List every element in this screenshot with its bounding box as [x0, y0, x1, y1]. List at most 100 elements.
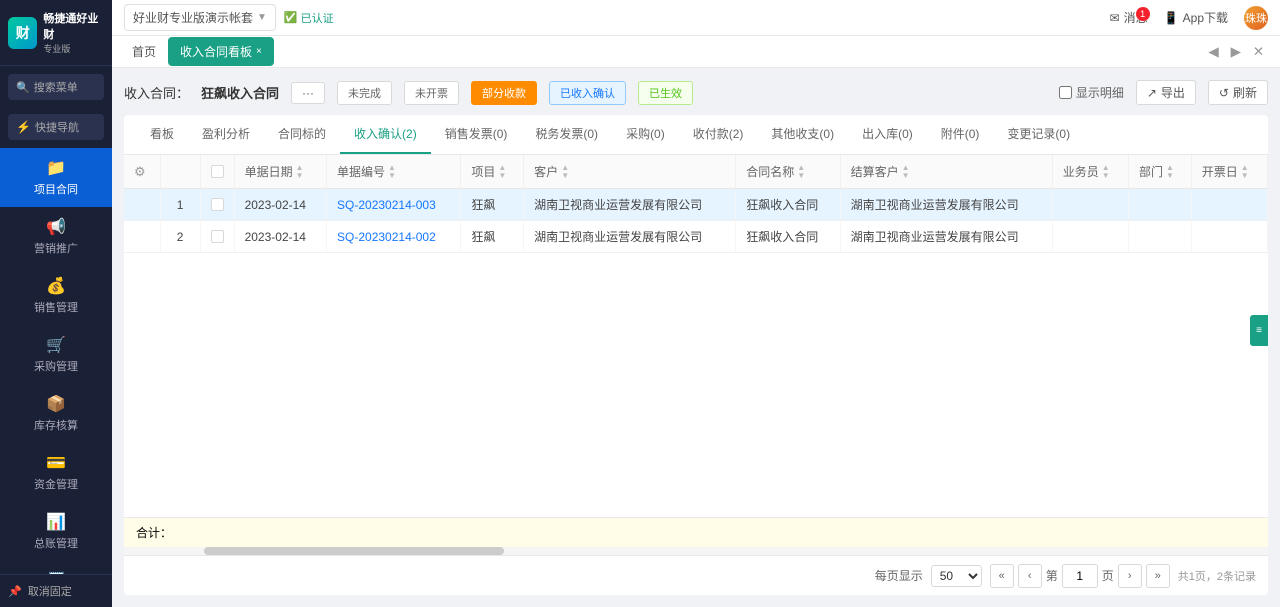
page-number-input[interactable] [1062, 564, 1098, 588]
subtab-warehouse[interactable]: 出入库(0) [848, 115, 927, 154]
tab-prev-button[interactable]: ◀ [1204, 42, 1222, 62]
row-check [200, 221, 234, 253]
sidebar-item-purchase[interactable]: 🛒采购管理 [0, 325, 112, 384]
sidebar-item-project[interactable]: 📁项目合同 [0, 148, 112, 207]
active-tab[interactable]: 收入合同看板 × [168, 37, 274, 66]
topbar-right-actions: ✉ 消息 1 📱 App下载 珠珠 [1110, 6, 1268, 30]
subtab-purchase[interactable]: 采购(0) [612, 115, 679, 154]
settings-icon[interactable]: ⚙ [134, 164, 146, 179]
row-open-date [1191, 189, 1267, 221]
inner-panel: 看板盈利分析合同标的收入确认(2)销售发票(0)税务发票(0)采购(0)收付款(… [124, 115, 1268, 595]
subtab-sales_invoice[interactable]: 销售发票(0) [431, 115, 522, 154]
select-all-checkbox[interactable] [211, 165, 224, 178]
subtab-profit[interactable]: 盈利分析 [188, 115, 264, 154]
status-not-invoiced[interactable]: 未开票 [404, 81, 459, 105]
user-avatar-area[interactable]: 珠珠 [1244, 6, 1268, 30]
sidebar-item-invoice[interactable]: 🧾发票管理 [0, 561, 112, 574]
row-project: 狂飙 [461, 221, 524, 253]
scrollbar-thumb[interactable] [204, 547, 504, 555]
more-actions-button[interactable]: ··· [291, 82, 325, 104]
doc-no-link[interactable]: SQ-20230214-003 [337, 198, 436, 212]
contract-name-sort-icon[interactable]: ▲▼ [797, 164, 805, 180]
doc-no-sort-icon[interactable]: ▲▼ [388, 164, 396, 180]
contract-title: 狂飙收入合同 [201, 83, 279, 102]
next-page-button[interactable]: › [1118, 564, 1142, 588]
tab-navigation: ◀ ▶ ✕ [1204, 42, 1268, 62]
refresh-button[interactable]: ↺ 刷新 [1208, 80, 1268, 105]
subtab-change_log[interactable]: 变更记录(0) [993, 115, 1084, 154]
col-check [200, 155, 234, 189]
pin-icon: 📌 [8, 585, 22, 598]
download-icon: 📱 [1164, 11, 1179, 25]
row-date: 2023-02-14 [234, 189, 326, 221]
page-size-select[interactable]: 50 100 [931, 565, 982, 587]
last-page-button[interactable]: » [1146, 564, 1170, 588]
export-button[interactable]: ↗ 导出 [1136, 80, 1196, 105]
right-action-tab[interactable]: ≡ [1250, 315, 1268, 346]
col-settle-customer: 结算客户 ▲▼ [840, 155, 1052, 189]
subtab-board[interactable]: 看板 [136, 115, 188, 154]
settle-sort-icon[interactable]: ▲▼ [902, 164, 910, 180]
subtab-payment[interactable]: 收付款(2) [679, 115, 758, 154]
data-table: ⚙ 单据日期 ▲▼ [124, 155, 1268, 253]
col-num [160, 155, 200, 189]
messages-button[interactable]: ✉ 消息 1 [1110, 9, 1148, 26]
sidebar-label-general: 总账管理 [34, 535, 78, 551]
contract-label: 收入合同： [124, 83, 189, 102]
show-detail-checkbox[interactable] [1059, 86, 1072, 99]
status-not-complete[interactable]: 未完成 [337, 81, 392, 105]
row-checkbox[interactable] [211, 198, 224, 211]
tab-close-button[interactable]: ✕ [1249, 42, 1268, 62]
col-department: 部门 ▲▼ [1128, 155, 1191, 189]
row-open-date [1191, 221, 1267, 253]
subtab-income_confirm[interactable]: 收入确认(2) [340, 115, 431, 154]
tab-close-icon[interactable]: × [256, 46, 262, 57]
tab-next-button[interactable]: ▶ [1227, 42, 1245, 62]
page-label: 第 [1046, 567, 1058, 584]
date-sort-icon[interactable]: ▲▼ [296, 164, 304, 180]
main-content: 好业财专业版演示帐套 ▼ ✅ 已认证 ✉ 消息 1 📱 App下载 珠珠 [112, 0, 1280, 607]
sidebar-item-sales[interactable]: 💰销售管理 [0, 266, 112, 325]
first-page-button[interactable]: « [990, 564, 1014, 588]
app-download-button[interactable]: 📱 App下载 [1164, 9, 1228, 26]
subtab-standard[interactable]: 合同标的 [264, 115, 340, 154]
sidebar-item-marketing[interactable]: 📢营销推广 [0, 207, 112, 266]
customer-sort-icon[interactable]: ▲▼ [561, 164, 569, 180]
col-customer: 客户 ▲▼ [524, 155, 736, 189]
refresh-icon: ↺ [1219, 86, 1229, 100]
row-check [200, 189, 234, 221]
subtab-other_income[interactable]: 其他收支(0) [757, 115, 848, 154]
table-container: ⚙ 单据日期 ▲▼ [124, 155, 1268, 517]
status-partial-received[interactable]: 部分收款 [471, 81, 537, 105]
subtab-attachment[interactable]: 附件(0) [927, 115, 994, 154]
logo-text: 畅捷通好业财 专业版 [43, 10, 104, 55]
table-row[interactable]: 1 2023-02-14 SQ-20230214-003 狂飙 湖南卫视商业运营… [124, 189, 1268, 221]
row-checkbox[interactable] [211, 230, 224, 243]
row-customer: 湖南卫视商业运营发展有限公司 [524, 221, 736, 253]
sidebar: 财 畅捷通好业财 专业版 🔍 搜索菜单 ⚡ 快捷导航 📁项目合同📢营销推广💰销售… [0, 0, 112, 607]
dept-sort-icon[interactable]: ▲▼ [1166, 164, 1174, 180]
sidebar-pin-button[interactable]: 📌 取消固定 [0, 574, 112, 607]
table-row[interactable]: 2 2023-02-14 SQ-20230214-002 狂飙 湖南卫视商业运营… [124, 221, 1268, 253]
sidebar-item-capital[interactable]: 💳资金管理 [0, 443, 112, 502]
quick-nav-button[interactable]: ⚡ 快捷导航 [8, 114, 104, 140]
sidebar-item-inventory[interactable]: 📦库存核算 [0, 384, 112, 443]
prev-page-button[interactable]: ‹ [1018, 564, 1042, 588]
status-effective[interactable]: 已生效 [638, 81, 693, 105]
page-label2: 页 [1102, 567, 1114, 584]
sidebar-item-general[interactable]: 📊总账管理 [0, 502, 112, 561]
app-logo: 财 畅捷通好业财 专业版 [0, 0, 112, 66]
open-date-sort-icon[interactable]: ▲▼ [1241, 164, 1249, 180]
status-income-confirmed[interactable]: 已收入确认 [549, 81, 626, 105]
col-contract-name: 合同名称 ▲▼ [736, 155, 840, 189]
col-date: 单据日期 ▲▼ [234, 155, 326, 189]
search-menu-button[interactable]: 🔍 搜索菜单 [8, 74, 104, 100]
sales-sort-icon[interactable]: ▲▼ [1102, 164, 1110, 180]
home-tab[interactable]: 首页 [124, 37, 164, 66]
subtab-tax_invoice[interactable]: 税务发票(0) [521, 115, 612, 154]
project-sort-icon[interactable]: ▲▼ [498, 164, 506, 180]
horizontal-scrollbar[interactable] [124, 547, 1268, 555]
company-selector[interactable]: 好业财专业版演示帐套 ▼ [124, 4, 276, 31]
content-area: 收入合同： 狂飙收入合同 ··· 未完成 未开票 部分收款 已收入确认 已生效 [112, 68, 1280, 607]
doc-no-link[interactable]: SQ-20230214-002 [337, 230, 436, 244]
